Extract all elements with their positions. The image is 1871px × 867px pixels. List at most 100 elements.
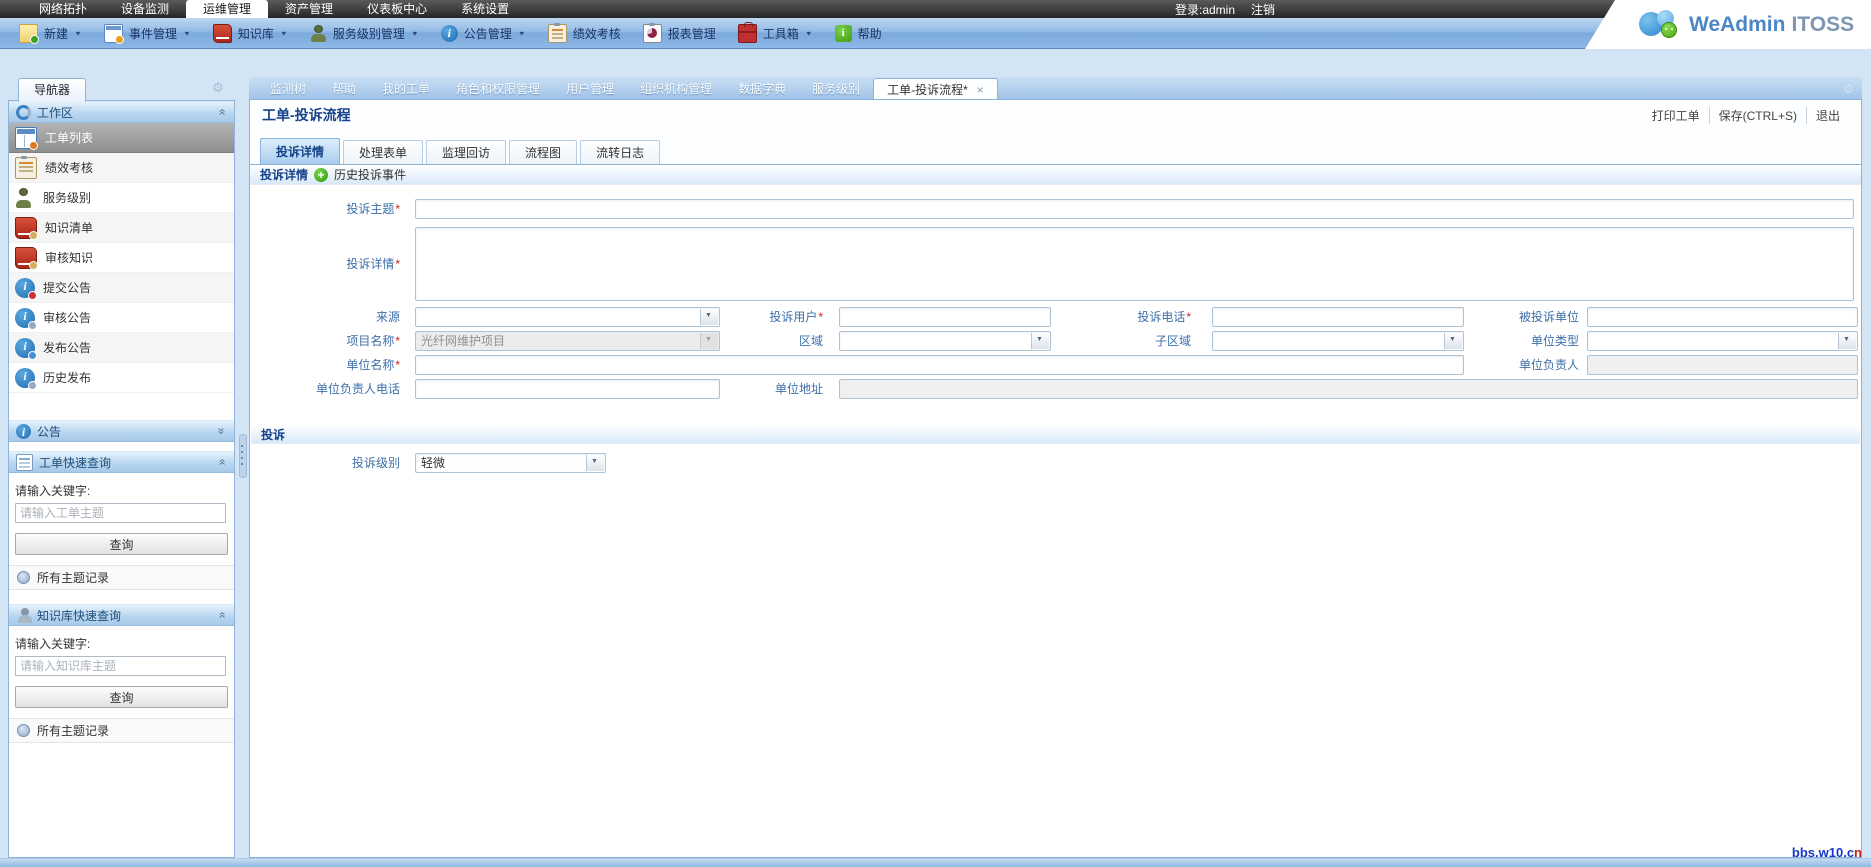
ticket-search-header-label: 工单快速查询 [39, 455, 112, 470]
source-select[interactable] [415, 307, 720, 327]
region-select[interactable] [839, 331, 1051, 351]
print-ticket-button[interactable]: 打印工单 [1643, 107, 1709, 124]
collapse-chevron-icon[interactable] [215, 608, 227, 622]
kb-quick-search-header[interactable]: 知识库快速查询 [9, 604, 234, 626]
announcement-section-header[interactable]: 公告 [9, 420, 234, 442]
menu-dashboard-center[interactable]: 仪表板中心 [350, 0, 444, 18]
sidebar-item-history-publish[interactable]: 历史发布 [9, 363, 234, 393]
unit-type-select[interactable] [1587, 331, 1858, 351]
toolbar-new-button[interactable]: 新建 ▼ [10, 20, 91, 46]
menu-device-monitoring[interactable]: 设备监测 [104, 0, 186, 18]
exit-button[interactable]: 退出 [1805, 106, 1849, 124]
sidebar-item-performance[interactable]: 绩效考核 [9, 153, 234, 183]
tab-my-tickets[interactable]: 我的工单 [369, 78, 443, 100]
event-management-icon [103, 23, 124, 44]
menu-operations-management[interactable]: 运维管理 [186, 0, 269, 18]
ticket-quick-search-header[interactable]: 工单快速查询 [9, 451, 234, 473]
collapse-chevron-icon[interactable] [215, 105, 227, 119]
complaint-user-input[interactable] [839, 307, 1051, 327]
logout-link[interactable]: 注销 [1251, 1, 1275, 18]
toolbar-announcement-button[interactable]: 公告管理 ▼ [432, 20, 535, 46]
kb-all-records-link[interactable]: 所有主题记录 [9, 718, 234, 743]
dropdown-arrow-icon[interactable] [586, 455, 604, 471]
menu-asset-management[interactable]: 资产管理 [268, 0, 350, 18]
subtab-complaint-detail[interactable]: 投诉详情 [260, 138, 341, 164]
sidebar-item-label: 服务级别 [43, 191, 92, 205]
tab-help[interactable]: 帮助 [319, 78, 369, 100]
ticket-search-button[interactable]: 查询 [15, 533, 228, 555]
workspace-icon [16, 104, 31, 120]
sidebar-item-ticket-list[interactable]: 工单列表 [9, 123, 234, 153]
ticket-search-input[interactable] [15, 503, 226, 523]
top-menu: 网络拓扑 设备监测 运维管理 资产管理 仪表板中心 系统设置 [0, 0, 1871, 18]
tab-options-icon[interactable]: ⚙ [1843, 82, 1854, 96]
ticket-all-records-link[interactable]: 所有主题记录 [9, 565, 234, 590]
toolbar-report-button[interactable]: 报表管理 [634, 20, 725, 46]
toolbar-service-level-button[interactable]: 服务级别管理 ▼ [301, 20, 428, 46]
save-button[interactable]: 保存(CTRL+S) [1708, 106, 1806, 124]
subtab-flow-chart[interactable]: 流程图 [509, 140, 578, 164]
sidebar-item-review-announcement[interactable]: 审核公告 [9, 303, 234, 333]
form-content: 投诉详情 历史投诉事件 投诉主题* 投诉详情* 来源 投诉用户* [250, 165, 1861, 857]
history-icon [17, 724, 30, 737]
kb-search-input[interactable] [15, 656, 226, 676]
tab-user-management[interactable]: 用户管理 [553, 78, 627, 100]
workspace-section-header[interactable]: 工作区 [9, 101, 234, 123]
expand-chevron-icon[interactable] [215, 424, 227, 438]
menu-system-settings[interactable]: 系统设置 [444, 0, 526, 18]
menu-network-topology[interactable]: 网络拓扑 [22, 0, 104, 18]
complaint-level-select[interactable]: 轻微 [415, 453, 606, 473]
form-subtab-row: 投诉详情 处理表单 监理回访 流程图 流转日志 [250, 130, 1861, 165]
performance-review-icon [15, 155, 37, 179]
subject-input[interactable] [415, 199, 1854, 219]
sidebar-item-submit-announcement[interactable]: 提交公告 [9, 273, 234, 303]
toolbar-event-management-button[interactable]: 事件管理 ▼ [95, 20, 200, 46]
navigator-tab[interactable]: 导航器 [18, 78, 86, 102]
ticket-search-icon [16, 453, 33, 471]
subtab-process-form[interactable]: 处理表单 [343, 140, 424, 164]
subregion-select[interactable] [1212, 331, 1464, 351]
tab-data-dictionary[interactable]: 数据字典 [725, 78, 799, 100]
tab-monitor-tree[interactable]: 监测树 [257, 78, 319, 100]
toolbar-toolbox-label: 工具箱 [762, 26, 799, 41]
sidebar-item-review-knowledge[interactable]: 审核知识 [9, 243, 234, 273]
chevron-down-icon: ▼ [517, 29, 526, 37]
gear-icon[interactable]: ⚙ [212, 80, 224, 96]
complaint-phone-input[interactable] [1212, 307, 1464, 327]
unit-head-label: 单位负责人 [1518, 358, 1579, 372]
toolbar-toolbox-button[interactable]: 工具箱 ▼ [729, 20, 822, 46]
tab-service-level[interactable]: 服务级别 [799, 78, 873, 100]
tab-org-structure[interactable]: 组织机构管理 [627, 78, 725, 100]
unit-address-input [839, 379, 1858, 399]
sidebar-item-knowledge-list[interactable]: 知识清单 [9, 213, 234, 243]
dropdown-arrow-icon[interactable] [1444, 333, 1462, 349]
collapse-chevron-icon[interactable] [215, 455, 227, 469]
watermark-text: bbs.w10.cn [1791, 845, 1862, 860]
splitter-handle[interactable] [239, 433, 247, 478]
complained-unit-input[interactable] [1587, 307, 1858, 327]
add-icon[interactable] [314, 167, 329, 182]
tab-complaint-flow-active[interactable]: 工单-投诉流程* × [873, 78, 998, 100]
subtab-supervision-callback[interactable]: 监理回访 [426, 140, 507, 164]
toolbar-help-button[interactable]: 帮助 [826, 20, 891, 46]
detail-textarea[interactable] [415, 227, 1854, 301]
sidebar-item-service-level[interactable]: 服务级别 [9, 183, 234, 213]
dropdown-arrow-icon[interactable] [1838, 333, 1856, 349]
panel-splitter[interactable] [238, 100, 247, 858]
tab-role-permission[interactable]: 角色和权限管理 [443, 78, 553, 100]
unit-head-phone-input[interactable] [415, 379, 720, 399]
subregion-label: 子区域 [1154, 334, 1191, 348]
subtab-flow-log[interactable]: 流转日志 [580, 140, 661, 164]
brand-logo: WeAdmin ITOSS [1585, 0, 1871, 49]
close-icon[interactable]: × [977, 84, 984, 96]
unit-name-input[interactable] [415, 355, 1464, 375]
history-complaint-events-link[interactable]: 历史投诉事件 [334, 166, 406, 183]
navigator-panel: 工作区 工单列表 绩效考核 服务级别 知识清单 审核知识 [8, 100, 235, 858]
toolbar-performance-button[interactable]: 绩效考核 [539, 20, 630, 46]
toolbar-knowledge-base-button[interactable]: 知识库 ▼ [204, 20, 297, 46]
subject-label: 投诉主题* [346, 202, 400, 216]
dropdown-arrow-icon[interactable] [1031, 333, 1049, 349]
kb-search-button[interactable]: 查询 [15, 686, 228, 708]
sidebar-item-publish-announcement[interactable]: 发布公告 [9, 333, 234, 363]
section-title: 投诉详情 [260, 168, 309, 182]
